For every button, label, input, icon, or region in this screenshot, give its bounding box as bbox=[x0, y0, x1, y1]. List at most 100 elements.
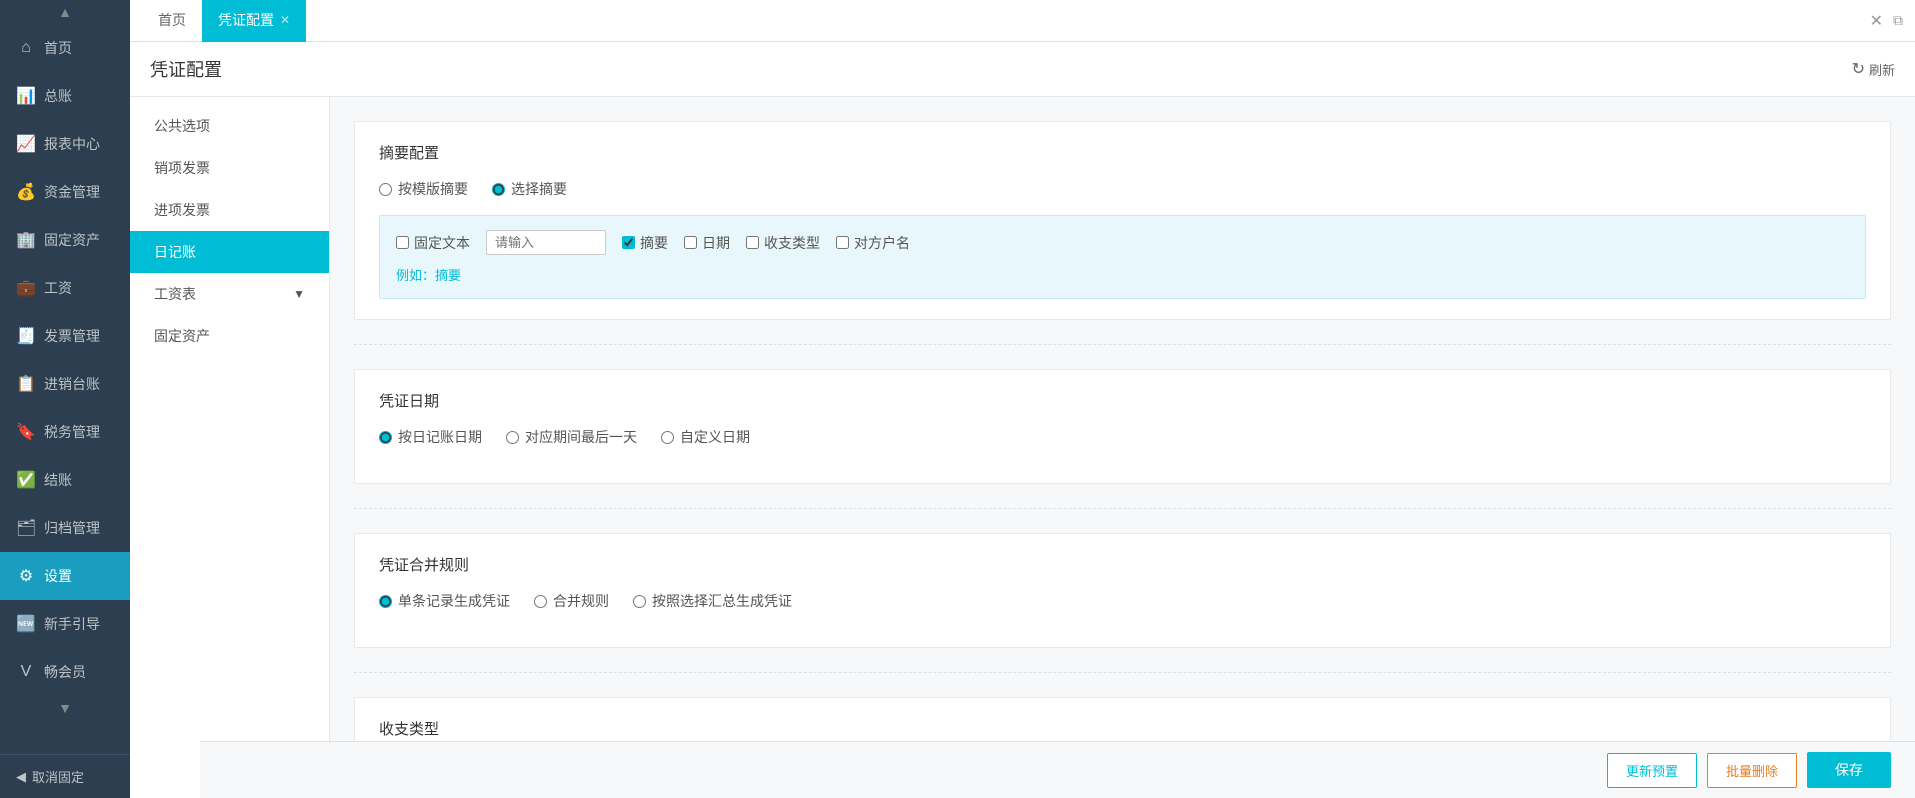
radio-single[interactable]: 单条记录生成凭证 bbox=[379, 591, 510, 611]
settle-icon: ✅ bbox=[16, 470, 36, 490]
home-icon: ⌂ bbox=[16, 39, 36, 57]
sidebar-item-settle[interactable]: ✅ 结账 bbox=[0, 456, 130, 504]
radio-journal-date-input[interactable] bbox=[379, 431, 392, 444]
sidebar-item-ledger[interactable]: 📊 总账 bbox=[0, 72, 130, 120]
sidebar-item-guide[interactable]: 🆕 新手引导 bbox=[0, 600, 130, 648]
divider-3 bbox=[354, 672, 1891, 673]
radio-select-summary[interactable]: 选择摘要 bbox=[492, 179, 567, 199]
left-nav-purchase-inv[interactable]: 进项发票 bbox=[130, 189, 329, 231]
member-icon: V bbox=[16, 663, 36, 681]
sidebar-item-label: 设置 bbox=[44, 566, 72, 586]
radio-due-last[interactable]: 对应期间最后一天 bbox=[506, 427, 637, 447]
fixed-text-input[interactable] bbox=[486, 230, 606, 255]
radio-template-input[interactable] bbox=[379, 183, 392, 196]
radio-select-merge-label: 按照选择汇总生成凭证 bbox=[652, 591, 792, 611]
radio-single-label: 单条记录生成凭证 bbox=[398, 591, 510, 611]
radio-merge-rule-input[interactable] bbox=[534, 595, 547, 608]
radio-custom-date-input[interactable] bbox=[661, 431, 674, 444]
window-restore-icon[interactable]: ⧉ bbox=[1893, 12, 1903, 29]
tab-home-label: 首页 bbox=[158, 10, 186, 30]
left-nav-sales-label: 销项发票 bbox=[154, 158, 210, 178]
sidebar-scroll-up[interactable]: ▲ bbox=[0, 0, 130, 24]
sidebar-item-label: 发票管理 bbox=[44, 326, 100, 346]
checkbox-date[interactable]: 日期 bbox=[684, 233, 730, 253]
merge-section: 凭证合并规则 单条记录生成凭证 合并规则 按照选择汇总生成凭证 bbox=[354, 533, 1891, 648]
example-value: 摘要 bbox=[435, 268, 461, 283]
archive-icon: 🗂 bbox=[16, 518, 36, 538]
radio-template-label: 按模版摘要 bbox=[398, 179, 468, 199]
summary-section: 摘要配置 按模版摘要 选择摘要 固定文本 bbox=[354, 121, 1891, 320]
tab-close-icon[interactable]: ✕ bbox=[280, 13, 290, 27]
radio-single-input[interactable] bbox=[379, 595, 392, 608]
example-label: 例如： bbox=[396, 268, 435, 283]
save-button[interactable]: 保存 bbox=[1807, 752, 1891, 788]
checkbox-fixed-text[interactable]: 固定文本 bbox=[396, 233, 470, 253]
tax-icon: 🔖 bbox=[16, 422, 36, 442]
sidebar-item-assets[interactable]: 🏢 固定资产 bbox=[0, 216, 130, 264]
sidebar-item-label: 税务管理 bbox=[44, 422, 100, 442]
main-area: 首页 凭证配置 ✕ ✕ ⧉ 凭证配置 ↻ 刷新 公共选项 销项发票 进项 bbox=[130, 0, 1915, 798]
tab-voucher-config[interactable]: 凭证配置 ✕ bbox=[202, 0, 306, 42]
left-nav-payroll-table[interactable]: 工资表 ▼ bbox=[130, 273, 329, 315]
left-nav-public[interactable]: 公共选项 bbox=[130, 105, 329, 147]
radio-merge-rule[interactable]: 合并规则 bbox=[534, 591, 609, 611]
tab-home[interactable]: 首页 bbox=[142, 0, 202, 42]
sidebar-item-settings[interactable]: ⚙ 设置 bbox=[0, 552, 130, 600]
sidebar-item-home[interactable]: ⌂ 首页 bbox=[0, 24, 130, 72]
chevron-down-icon: ▼ bbox=[293, 287, 305, 301]
sidebar-item-purchase[interactable]: 📋 进销台账 bbox=[0, 360, 130, 408]
right-content: 摘要配置 按模版摘要 选择摘要 固定文本 bbox=[330, 97, 1915, 798]
sidebar-scroll-down[interactable]: ▼ bbox=[0, 696, 130, 720]
left-nav-fixed-assets[interactable]: 固定资产 bbox=[130, 315, 329, 357]
radio-due-last-input[interactable] bbox=[506, 431, 519, 444]
tab-bar-actions: ✕ ⧉ bbox=[1870, 11, 1903, 31]
sidebar-item-reports[interactable]: 📈 报表中心 bbox=[0, 120, 130, 168]
radio-select-merge-input[interactable] bbox=[633, 595, 646, 608]
batch-delete-button[interactable]: 批量删除 bbox=[1707, 753, 1797, 788]
checkbox-summary-label: 摘要 bbox=[640, 233, 668, 253]
radio-template-summary[interactable]: 按模版摘要 bbox=[379, 179, 468, 199]
sidebar-item-funds[interactable]: 💰 资金管理 bbox=[0, 168, 130, 216]
left-nav-journal[interactable]: 日记账 bbox=[130, 231, 329, 273]
merge-title: 凭证合并规则 bbox=[379, 554, 1866, 575]
checkbox-summary-input[interactable] bbox=[622, 236, 635, 249]
checkbox-income-type[interactable]: 收支类型 bbox=[746, 233, 820, 253]
example-text: 例如：摘要 bbox=[396, 265, 1849, 284]
page-header: 凭证配置 ↻ 刷新 bbox=[130, 42, 1915, 97]
summary-title: 摘要配置 bbox=[379, 142, 1866, 163]
window-close-icon[interactable]: ✕ bbox=[1870, 11, 1883, 31]
sidebar-item-invoice[interactable]: 🧾 发票管理 bbox=[0, 312, 130, 360]
sidebar-item-label: 结账 bbox=[44, 470, 72, 490]
radio-select-input[interactable] bbox=[492, 183, 505, 196]
checkbox-income-type-input[interactable] bbox=[746, 236, 759, 249]
checkbox-summary[interactable]: 摘要 bbox=[622, 233, 668, 253]
update-preview-button[interactable]: 更新预置 bbox=[1607, 753, 1697, 788]
sidebar-item-member[interactable]: V 畅会员 bbox=[0, 648, 130, 696]
radio-select-label: 选择摘要 bbox=[511, 179, 567, 199]
radio-journal-date[interactable]: 按日记账日期 bbox=[379, 427, 482, 447]
sidebar-item-label: 工资 bbox=[44, 278, 72, 298]
sidebar-item-payroll[interactable]: 💼 工资 bbox=[0, 264, 130, 312]
checkbox-date-label: 日期 bbox=[702, 233, 730, 253]
sidebar-unpin-button[interactable]: ◀ 取消固定 bbox=[0, 754, 130, 798]
checkbox-counterpart-label: 对方户名 bbox=[854, 233, 910, 253]
merge-radio-group: 单条记录生成凭证 合并规则 按照选择汇总生成凭证 bbox=[379, 591, 1866, 611]
radio-custom-date[interactable]: 自定义日期 bbox=[661, 427, 750, 447]
left-nav-public-label: 公共选项 bbox=[154, 116, 210, 136]
assets-icon: 🏢 bbox=[16, 230, 36, 250]
radio-select-merge[interactable]: 按照选择汇总生成凭证 bbox=[633, 591, 792, 611]
sidebar-item-archive[interactable]: 🗂 归档管理 bbox=[0, 504, 130, 552]
checkbox-counterpart-input[interactable] bbox=[836, 236, 849, 249]
sidebar-item-tax[interactable]: 🔖 税务管理 bbox=[0, 408, 130, 456]
checkbox-fixed-text-input[interactable] bbox=[396, 236, 409, 249]
date-section: 凭证日期 按日记账日期 对应期间最后一天 自定义日期 bbox=[354, 369, 1891, 484]
checkbox-counterpart[interactable]: 对方户名 bbox=[836, 233, 910, 253]
refresh-icon: ↻ bbox=[1852, 59, 1865, 79]
left-nav: 公共选项 销项发票 进项发票 日记账 工资表 ▼ 固定资产 bbox=[130, 97, 330, 798]
left-nav-payroll-label: 工资表 bbox=[154, 284, 196, 304]
refresh-button[interactable]: ↻ 刷新 bbox=[1852, 59, 1895, 79]
unpin-icon: ◀ bbox=[16, 769, 26, 785]
checkbox-date-input[interactable] bbox=[684, 236, 697, 249]
payroll-icon: 💼 bbox=[16, 278, 36, 298]
left-nav-sales[interactable]: 销项发票 bbox=[130, 147, 329, 189]
